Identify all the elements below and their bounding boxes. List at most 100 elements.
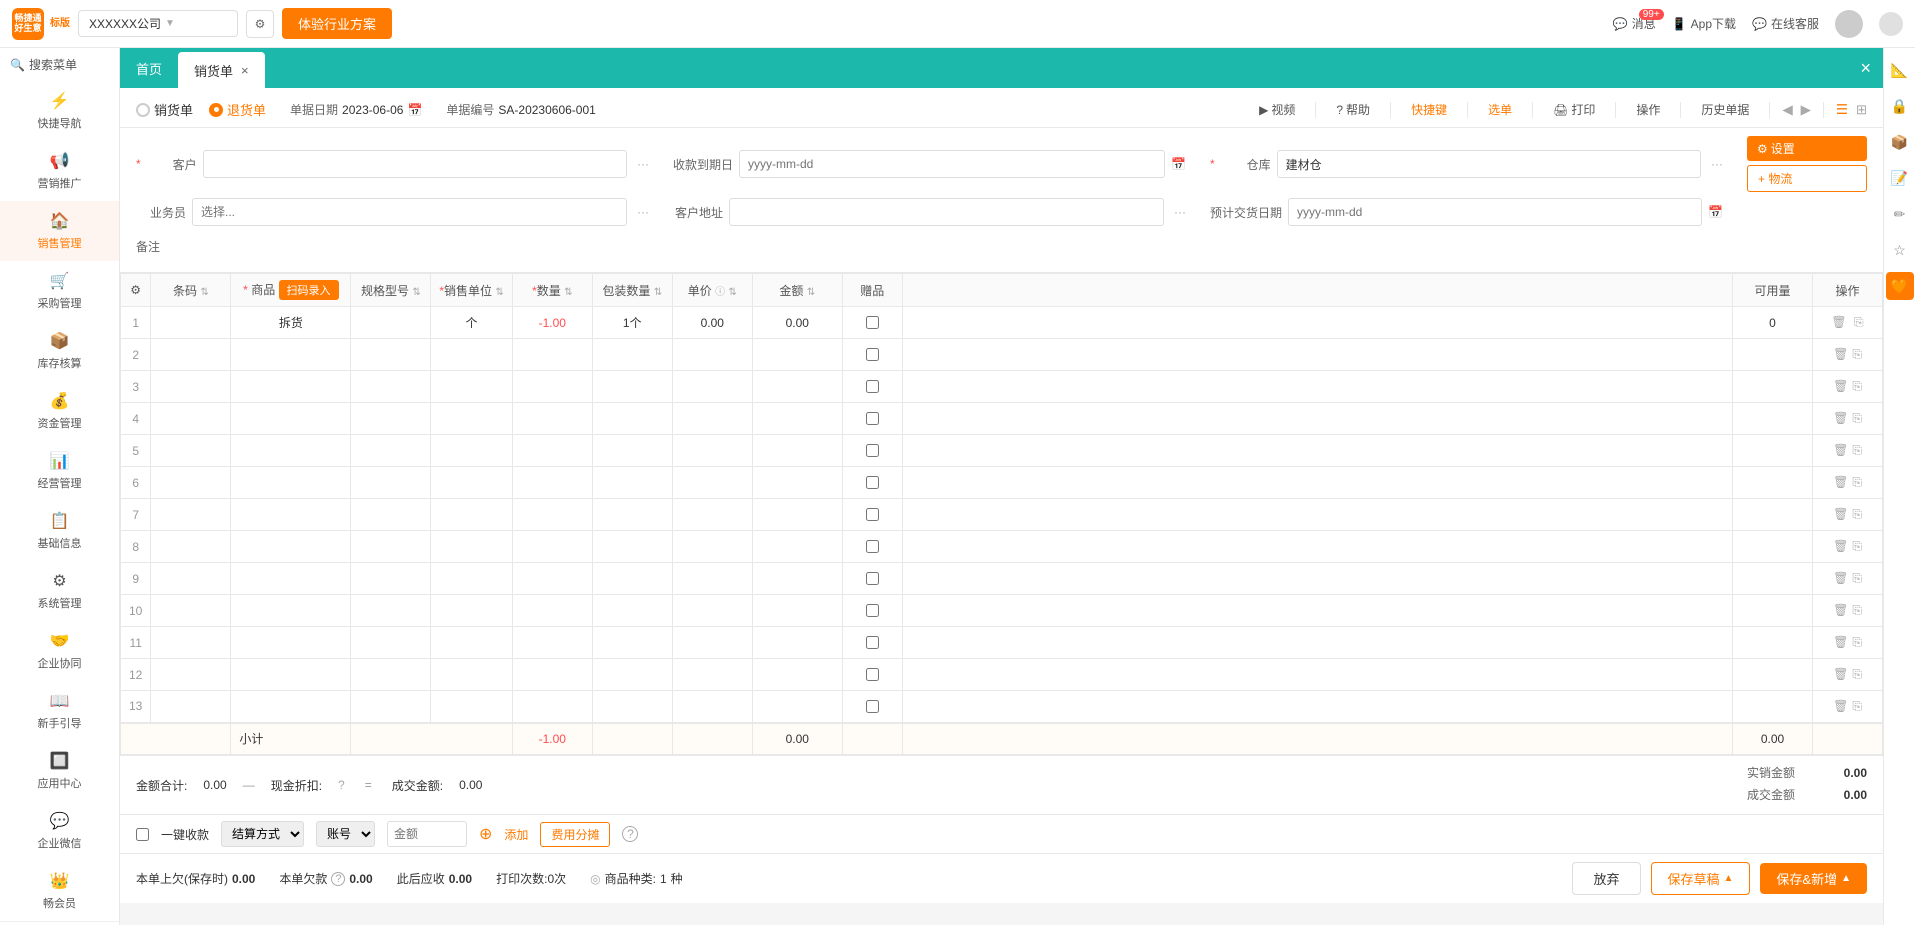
delete-icon[interactable]: 🗑 [1833,699,1848,713]
row-barcode[interactable] [151,467,231,499]
customer-addr-input[interactable] [729,198,1164,226]
row-unit[interactable] [431,627,512,659]
warehouse-dots[interactable]: ··· [1711,157,1723,171]
copy-icon[interactable]: ⎘ [1852,667,1862,681]
delete-icon[interactable]: 🗑 [1833,571,1848,585]
row-gift[interactable] [842,339,902,371]
amount-sort-icon[interactable]: ⇅ [807,287,815,298]
row-product[interactable] [231,339,351,371]
settings-button[interactable]: ⚙ 设置 [1747,136,1867,161]
sidebar-item-wechat[interactable]: 💬 企业微信 [0,801,119,861]
help-button[interactable]: ? 帮助 [1328,98,1378,121]
row-barcode[interactable] [151,435,231,467]
delete-icon[interactable]: 🗑 [1833,507,1848,521]
row-qty[interactable] [512,563,592,595]
row-qty[interactable] [512,435,592,467]
right-panel-edit[interactable]: ✏ [1886,200,1914,228]
row-gift[interactable] [842,691,902,723]
row-price[interactable] [672,659,752,691]
row-spec[interactable] [351,595,431,627]
row-price[interactable] [672,627,752,659]
row-qty[interactable] [512,371,592,403]
app-download-button[interactable]: 📱 App下载 [1672,15,1736,32]
copy-icon[interactable]: ⎘ [1852,411,1862,425]
sidebar-item-sales[interactable]: 🏠 销售管理 [0,201,119,261]
payment-amount-input[interactable] [387,821,467,847]
row-qty[interactable] [512,627,592,659]
row-unit[interactable] [431,659,512,691]
copy-icon[interactable]: ⎘ [1852,603,1862,617]
row-product[interactable] [231,499,351,531]
row-spec[interactable] [351,371,431,403]
sidebar-item-app-center[interactable]: 🔲 应用中心 [0,741,119,801]
row-gift[interactable] [842,435,902,467]
row-price[interactable] [672,403,752,435]
row-gift[interactable] [842,371,902,403]
nav-next-button[interactable]: ▶ [1801,102,1811,118]
gift-checkbox[interactable] [866,636,879,649]
user-avatar-2[interactable] [1879,12,1903,36]
row-spec[interactable] [351,339,431,371]
price-info-icon[interactable]: ⓘ [715,287,725,298]
row-barcode[interactable] [151,403,231,435]
row-spec[interactable] [351,691,431,723]
right-panel-lock[interactable]: 🔒 [1886,92,1914,120]
gift-checkbox[interactable] [866,604,879,617]
row-barcode[interactable] [151,307,231,339]
row-product[interactable] [231,531,351,563]
radio-sales-order[interactable]: 销货单 [136,100,193,119]
row-price[interactable] [672,691,752,723]
row-qty[interactable] [512,691,592,723]
row-gift[interactable] [842,563,902,595]
row-gift[interactable] [842,595,902,627]
row-product[interactable] [231,371,351,403]
row-unit[interactable] [431,531,512,563]
calendar-icon[interactable]: 📅 [407,103,422,117]
discard-button[interactable]: 放弃 [1572,862,1640,895]
gift-checkbox[interactable] [866,540,879,553]
row-spec[interactable] [351,435,431,467]
row-price[interactable] [672,339,752,371]
row-price[interactable] [672,371,752,403]
sidebar-item-enterprise[interactable]: 🤝 企业协同 [0,621,119,681]
row-price[interactable]: 0.00 [672,307,752,339]
customer-input[interactable] [203,150,627,178]
price-sort-icon[interactable]: ⇅ [728,287,736,298]
copy-icon[interactable]: ⎘ [1852,635,1862,649]
row-price[interactable] [672,435,752,467]
company-selector[interactable]: XXXXXX公司 ▼ [78,10,238,37]
date-value[interactable]: 2023-06-06 [342,103,403,117]
warehouse-input[interactable] [1277,150,1701,178]
right-panel-note[interactable]: 📝 [1886,164,1914,192]
row-qty[interactable]: -1.00 [512,307,592,339]
row-product[interactable] [231,435,351,467]
gift-checkbox[interactable] [866,348,879,361]
row-product[interactable] [231,659,351,691]
delete-icon[interactable]: 🗑 [1833,635,1848,649]
row-gift[interactable] [842,499,902,531]
copy-icon[interactable]: ⎘ [1852,379,1862,393]
select-button[interactable]: 选单 [1480,98,1520,121]
qty-sort-icon[interactable]: ⇅ [564,287,572,298]
delete-icon[interactable]: 🗑 [1833,347,1848,361]
message-button[interactable]: 💬 消息 99+ [1613,15,1656,32]
logistics-button[interactable]: + 物流 [1747,165,1867,192]
row-unit[interactable] [431,563,512,595]
spec-sort-icon[interactable]: ⇅ [412,287,420,298]
row-spec[interactable] [351,403,431,435]
row-product[interactable] [231,691,351,723]
right-panel-star[interactable]: ☆ [1886,236,1914,264]
row-barcode[interactable] [151,531,231,563]
expected-date-input[interactable] [1288,198,1702,226]
row-unit[interactable] [431,467,512,499]
expense-button[interactable]: 费用分摊 [540,822,610,847]
unit-sort-icon[interactable]: ⇅ [495,287,503,298]
row-barcode[interactable] [151,659,231,691]
gift-checkbox[interactable] [866,700,879,713]
delete-icon[interactable]: 🗑 [1833,667,1848,681]
row-price[interactable] [672,563,752,595]
sidebar-item-quick-nav[interactable]: ⚡ 快捷导航 [0,81,119,141]
add-label[interactable]: 添加 [504,826,528,843]
row-qty[interactable] [512,659,592,691]
nav-prev-button[interactable]: ◀ [1782,102,1792,118]
